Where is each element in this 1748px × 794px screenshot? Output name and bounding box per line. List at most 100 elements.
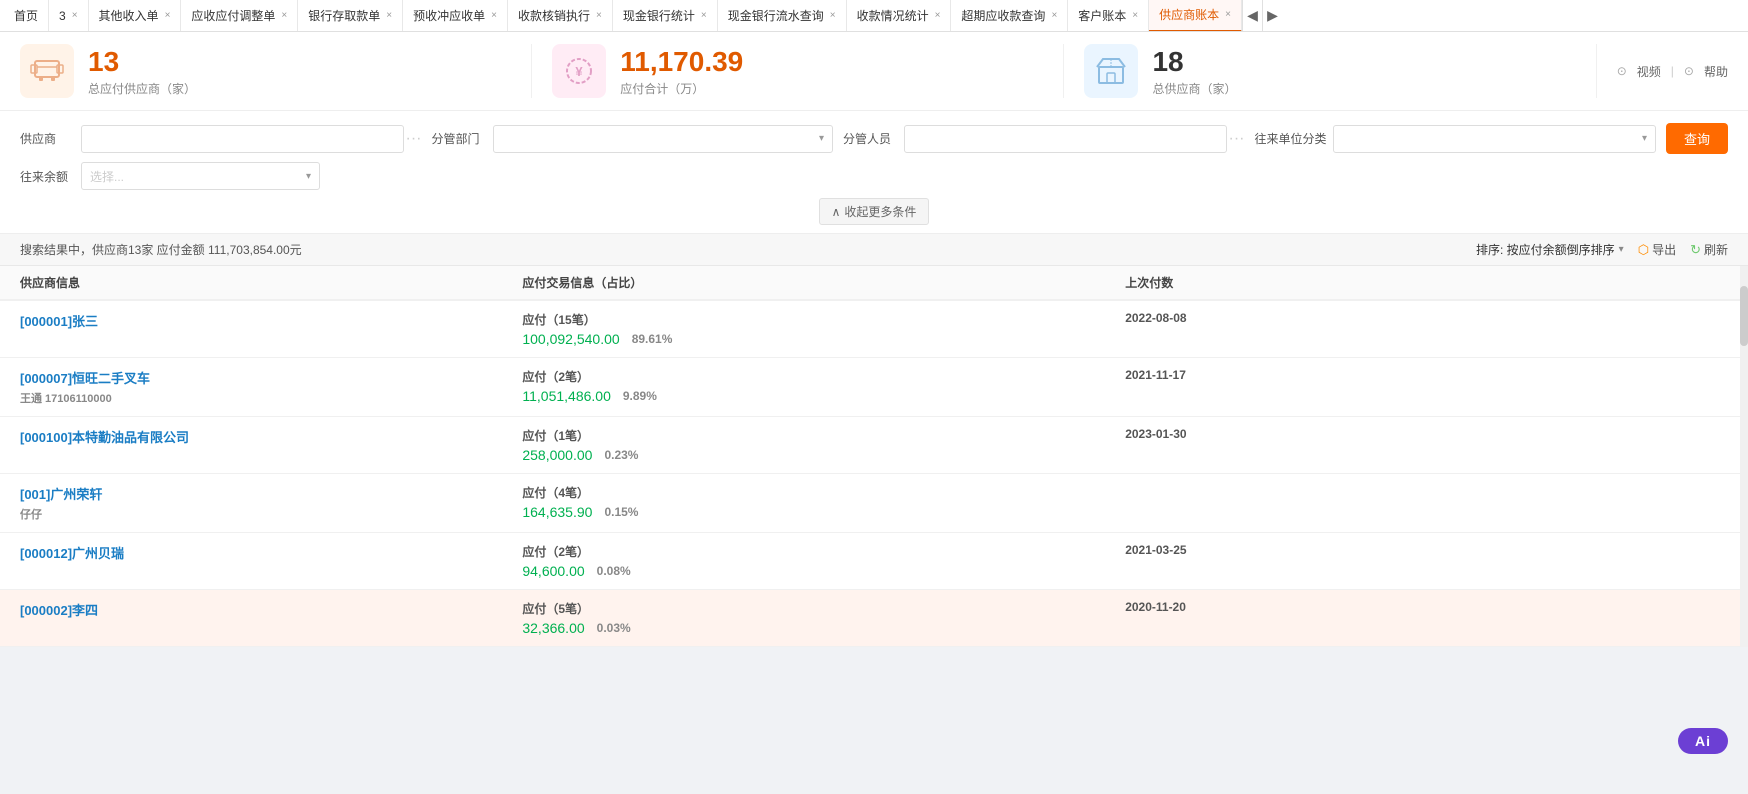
tab-ap-adj[interactable]: 应收应付调整单 × xyxy=(181,0,298,32)
person-filter-label: 分管人员 xyxy=(843,130,898,147)
tab-bank-deposit[interactable]: 银行存取款单 × xyxy=(298,0,403,32)
row1-last-payment: 2022-08-08 xyxy=(1125,311,1527,325)
tab-3-label: 3 xyxy=(59,9,66,23)
tab-bank-deposit-close[interactable]: × xyxy=(386,10,392,21)
supplier-more-icon[interactable]: ··· xyxy=(406,130,422,148)
refresh-icon: ↻ xyxy=(1690,242,1701,258)
row4-txn-row: 164,635.90 0.15% xyxy=(522,504,1125,520)
person-input[interactable] xyxy=(904,125,1227,153)
row3-supplier-link[interactable]: [000100]本特勤油品有限公司 xyxy=(20,430,189,445)
tab-cash-bank-flow-close[interactable]: × xyxy=(830,10,836,21)
row4-supplier: [001]广州荣轩 仔仔 xyxy=(20,484,522,522)
tab-customer-account-close[interactable]: × xyxy=(1132,10,1138,21)
tab-other-income[interactable]: 其他收入单 × xyxy=(89,0,182,32)
row5-last-payment: 2021-03-25 xyxy=(1125,543,1527,557)
ap-amount-text: 11,170.39 应付合计（万） xyxy=(620,45,743,98)
row2-supplier-sub: 王通 17106110000 xyxy=(20,390,522,406)
video-link[interactable]: 视频 xyxy=(1637,63,1661,80)
row5-last-payment-date: 2021-03-25 xyxy=(1125,541,1186,557)
row1-txn-amount[interactable]: 100,092,540.00 xyxy=(522,331,619,347)
store-icon xyxy=(1084,44,1138,98)
nav-prev-arrow[interactable]: ◀ xyxy=(1242,0,1262,32)
table-row: [000007]恒旺二手叉车 王通 17106110000 应付（2笔） 11,… xyxy=(0,358,1748,417)
export-button[interactable]: ⬡ 导出 xyxy=(1638,241,1676,258)
balance-select[interactable]: 选择... ▾ xyxy=(81,162,320,190)
tab-prepay-collect-close[interactable]: × xyxy=(491,10,497,21)
row1-supplier-link[interactable]: [000001]张三 xyxy=(20,314,98,329)
tab-ap-adj-close[interactable]: × xyxy=(281,10,287,21)
category-select[interactable]: ▾ xyxy=(1333,125,1656,153)
tab-3[interactable]: 3 × xyxy=(49,0,89,32)
dept-select[interactable]: ▾ xyxy=(493,125,834,153)
supplier-input[interactable] xyxy=(81,125,404,153)
scrollbar[interactable] xyxy=(1740,266,1748,647)
row3-txn-row: 258,000.00 0.23% xyxy=(522,447,1125,463)
top-right-links: ⊙ 视频 | ⊙ 帮助 xyxy=(1597,63,1728,80)
chevron-up-icon: ∧ xyxy=(832,205,841,219)
scrollbar-thumb xyxy=(1740,286,1748,346)
tab-3-close[interactable]: × xyxy=(72,10,78,21)
top-nav: 首页 3 × 其他收入单 × 应收应付调整单 × 银行存取款单 × 预收冲应收单… xyxy=(0,0,1748,32)
tab-cash-bank-stat[interactable]: 现金银行统计 × xyxy=(613,0,718,32)
tab-supplier-account-close[interactable]: × xyxy=(1225,9,1231,20)
row1-txn-label: 应付（15笔） xyxy=(522,311,1125,328)
help-link[interactable]: 帮助 xyxy=(1704,63,1728,80)
tab-prepay-collect[interactable]: 预收冲应收单 × xyxy=(403,0,508,32)
row6-supplier-link[interactable]: [000002]李四 xyxy=(20,603,98,618)
row2-txn-amount[interactable]: 11,051,486.00 xyxy=(522,388,611,404)
tab-collect-stat[interactable]: 收款情况统计 × xyxy=(847,0,952,32)
export-label: 导出 xyxy=(1652,241,1676,258)
balance-filter-label: 往来余额 xyxy=(20,168,75,185)
filter-person: 分管人员 ··· xyxy=(843,125,1245,153)
tab-cash-bank-stat-close[interactable]: × xyxy=(701,10,707,21)
ai-button[interactable]: Ai xyxy=(1678,728,1728,754)
table-row: [000001]张三 应付（15笔） 100,092,540.00 89.61%… xyxy=(0,301,1748,358)
tab-cash-bank-stat-label: 现金银行统计 xyxy=(623,7,695,24)
row4-supplier-link[interactable]: [001]广州荣轩 xyxy=(20,487,102,502)
tab-collect-verify-close[interactable]: × xyxy=(596,10,602,21)
tab-bank-deposit-label: 银行存取款单 xyxy=(308,7,380,24)
row4-txn-amount[interactable]: 164,635.90 xyxy=(522,504,592,520)
tab-home-label: 首页 xyxy=(14,7,38,24)
row2-txn-row: 11,051,486.00 9.89% xyxy=(522,388,1125,404)
tab-collect-stat-close[interactable]: × xyxy=(935,10,941,21)
summary-ap-suppliers: 13 总应付供应商（家） xyxy=(20,44,532,98)
ap-suppliers-value: 13 xyxy=(88,45,196,79)
tab-overdue-ap-label: 超期应收款查询 xyxy=(961,7,1045,24)
result-bar: 搜索结果中，供应商13家 应付金额 111,703,854.00元 排序: 按应… xyxy=(0,234,1748,266)
row4-txn-label: 应付（4笔） xyxy=(522,484,1125,501)
row6-txn-amount[interactable]: 32,366.00 xyxy=(522,620,584,636)
row5-txn: 应付（2笔） 94,600.00 0.08% xyxy=(522,543,1125,579)
tab-customer-account[interactable]: 客户账本 × xyxy=(1068,0,1149,32)
tab-overdue-ap-close[interactable]: × xyxy=(1051,10,1057,21)
dept-chevron-icon: ▾ xyxy=(819,133,824,144)
row5-txn-amount[interactable]: 94,600.00 xyxy=(522,563,584,579)
row2-supplier: [000007]恒旺二手叉车 王通 17106110000 xyxy=(20,368,522,406)
query-button[interactable]: 查询 xyxy=(1666,123,1728,154)
sort-select[interactable]: 排序: 按应付余额倒序排序 ▾ xyxy=(1476,241,1624,258)
row1-txn-row: 100,092,540.00 89.61% xyxy=(522,331,1125,347)
ap-amount-value: 11,170.39 xyxy=(620,45,743,79)
balance-chevron-icon: ▾ xyxy=(306,171,311,182)
tab-cash-bank-flow[interactable]: 现金银行流水查询 × xyxy=(718,0,847,32)
row1-txn-pct: 89.61% xyxy=(632,332,673,346)
category-filter-label: 往来单位分类 xyxy=(1255,130,1327,147)
row5-supplier-link[interactable]: [000012]广州贝瑞 xyxy=(20,546,124,561)
total-suppliers-text: 18 总供应商（家） xyxy=(1152,45,1236,98)
tab-other-income-close[interactable]: × xyxy=(165,10,171,21)
refresh-button[interactable]: ↻ 刷新 xyxy=(1690,241,1728,258)
row3-txn-amount[interactable]: 258,000.00 xyxy=(522,447,592,463)
category-chevron-icon: ▾ xyxy=(1642,133,1647,144)
row6-txn: 应付（5笔） 32,366.00 0.03% xyxy=(522,600,1125,636)
header-txn-info: 应付交易信息（占比） xyxy=(522,274,1125,291)
row2-supplier-link[interactable]: [000007]恒旺二手叉车 xyxy=(20,371,150,386)
tab-collect-verify[interactable]: 收款核销执行 × xyxy=(508,0,613,32)
tab-overdue-ap[interactable]: 超期应收款查询 × xyxy=(951,0,1068,32)
collapse-button[interactable]: ∧ 收起更多条件 xyxy=(819,198,930,225)
total-suppliers-value: 18 xyxy=(1152,45,1236,79)
nav-next-arrow[interactable]: ▶ xyxy=(1262,0,1282,32)
tab-home[interactable]: 首页 xyxy=(4,0,49,32)
person-more-icon[interactable]: ··· xyxy=(1229,130,1245,148)
tab-supplier-account[interactable]: 供应商账本 × xyxy=(1149,0,1242,32)
row3-txn-pct: 0.23% xyxy=(604,448,638,462)
